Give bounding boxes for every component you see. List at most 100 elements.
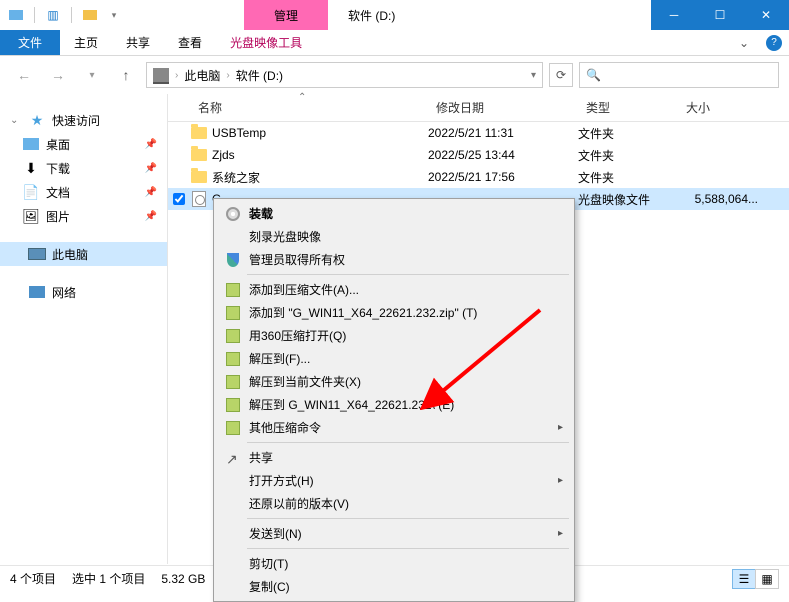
row-date: 2022/5/21 11:31 <box>428 126 578 140</box>
ribbon-tabs: 文件 主页 共享 查看 光盘映像工具 ⌄ ? <box>0 30 789 56</box>
address-dropdown-icon[interactable]: ▾ <box>531 70 536 81</box>
archive-icon <box>221 304 245 322</box>
navigation-pane[interactable]: ⌄ ★ 快速访问 桌面 📌 ⬇ 下载 📌 📄 文档 📌 🖼 图片 📌 › <box>0 94 168 564</box>
checkbox-input[interactable] <box>173 193 185 205</box>
cm-add-to-named-zip[interactable]: 添加到 "G_WIN11_X64_22621.232.zip" (T) <box>217 301 571 324</box>
nav-documents[interactable]: 📄 文档 📌 <box>0 180 167 204</box>
cm-mount[interactable]: 装载 <box>217 202 571 225</box>
address-bar[interactable]: › 此电脑 › 软件 (D:) ▾ <box>146 62 543 88</box>
tab-disc-image-tools[interactable]: 光盘映像工具 <box>216 30 316 55</box>
cm-extract-to[interactable]: 解压到(F)... <box>217 347 571 370</box>
file-row[interactable]: USBTemp2022/5/21 11:31文件夹 <box>168 122 789 144</box>
nav-up-button[interactable]: ↑ <box>112 63 140 87</box>
nav-pictures[interactable]: 🖼 图片 📌 <box>0 204 167 228</box>
pin-icon: 📌 <box>145 139 157 150</box>
nav-quick-access[interactable]: ⌄ ★ 快速访问 <box>0 108 167 132</box>
cm-send-to[interactable]: 发送到(N) <box>217 522 571 545</box>
nav-back-button[interactable]: ← <box>10 63 38 87</box>
cm-open-with-360[interactable]: 用360压缩打开(Q) <box>217 324 571 347</box>
row-size: 5,588,064... <box>678 192 768 206</box>
title-bar: ▥ ▾ 管理 软件 (D:) ─ ☐ ✕ <box>0 0 789 30</box>
tab-share[interactable]: 共享 <box>112 30 164 55</box>
quick-access-toolbar: ▥ ▾ <box>0 0 124 30</box>
sort-indicator-icon: ⌃ <box>298 92 306 103</box>
qat-dropdown-icon[interactable]: ▾ <box>104 5 124 25</box>
row-date: 2022/5/25 13:44 <box>428 148 578 162</box>
help-button[interactable]: ? <box>759 30 789 55</box>
nav-label: 此电脑 <box>52 246 88 263</box>
separator <box>71 7 72 23</box>
file-row[interactable]: Zjds2022/5/25 13:44文件夹 <box>168 144 789 166</box>
folder-icon <box>190 149 208 161</box>
pictures-icon: 🖼 <box>22 208 40 224</box>
column-size[interactable]: 大小 <box>678 94 768 121</box>
drive-icon <box>153 68 169 82</box>
view-large-icons-button[interactable]: ▦ <box>755 569 779 589</box>
blank-icon <box>221 578 245 596</box>
archive-icon <box>221 350 245 368</box>
chevron-right-icon[interactable]: › <box>175 70 178 81</box>
row-name: 系统之家 <box>208 169 428 186</box>
search-input[interactable] <box>605 68 772 82</box>
minimize-button[interactable]: ─ <box>651 0 697 30</box>
pin-icon: 📌 <box>145 187 157 198</box>
nav-history-dropdown[interactable]: ▾ <box>78 63 106 87</box>
cm-extract-here[interactable]: 解压到当前文件夹(X) <box>217 370 571 393</box>
properties-icon[interactable]: ▥ <box>43 5 63 25</box>
breadcrumb-thispc[interactable]: 此电脑 <box>184 67 220 84</box>
separator <box>247 274 569 275</box>
new-folder-icon[interactable] <box>80 5 100 25</box>
refresh-button[interactable]: ⟳ <box>549 63 573 87</box>
row-checkbox[interactable] <box>168 193 190 205</box>
computer-icon <box>28 246 46 262</box>
file-row[interactable]: 系统之家2022/5/21 17:56文件夹 <box>168 166 789 188</box>
row-name: Zjds <box>208 148 428 162</box>
cm-share[interactable]: 共享 <box>217 446 571 469</box>
chevron-right-icon[interactable]: › <box>226 70 229 81</box>
window-controls: ─ ☐ ✕ <box>651 0 789 30</box>
nav-downloads[interactable]: ⬇ 下载 📌 <box>0 156 167 180</box>
nav-network[interactable]: › 网络 <box>0 280 167 304</box>
view-details-button[interactable]: ☰ <box>732 569 756 589</box>
cm-extract-to-named[interactable]: 解压到 G_WIN11_X64_22621.232\ (E) <box>217 393 571 416</box>
star-icon: ★ <box>28 112 46 128</box>
separator <box>247 442 569 443</box>
status-item-count: 4 个项目 <box>10 570 56 587</box>
cm-burn[interactable]: 刻录光盘映像 <box>217 225 571 248</box>
tab-home[interactable]: 主页 <box>60 30 112 55</box>
cm-add-to-archive[interactable]: 添加到压缩文件(A)... <box>217 278 571 301</box>
cm-cut[interactable]: 剪切(T) <box>217 552 571 575</box>
cm-restore-versions[interactable]: 还原以前的版本(V) <box>217 492 571 515</box>
ribbon-expand-icon[interactable]: ⌄ <box>729 30 759 55</box>
nav-label: 网络 <box>52 284 76 301</box>
nav-label: 快速访问 <box>52 112 100 129</box>
contextual-tab-header: 管理 <box>244 0 328 30</box>
cm-admin-ownership[interactable]: 管理员取得所有权 <box>217 248 571 271</box>
tab-view[interactable]: 查看 <box>164 30 216 55</box>
separator <box>34 7 35 23</box>
nav-this-pc[interactable]: › 此电脑 <box>0 242 167 266</box>
expand-icon[interactable]: ⌄ <box>10 115 22 126</box>
file-list[interactable]: USBTemp2022/5/21 11:31文件夹Zjds2022/5/25 1… <box>168 122 789 210</box>
cm-copy[interactable]: 复制(C) <box>217 575 571 598</box>
column-headers: ⌃ 名称 修改日期 类型 大小 <box>168 94 789 122</box>
blank-icon <box>221 472 245 490</box>
tab-file[interactable]: 文件 <box>0 30 60 55</box>
breadcrumb-drive[interactable]: 软件 (D:) <box>236 67 283 84</box>
separator <box>247 548 569 549</box>
nav-desktop[interactable]: 桌面 📌 <box>0 132 167 156</box>
window-title: 软件 (D:) <box>328 0 415 30</box>
cm-open-with[interactable]: 打开方式(H) <box>217 469 571 492</box>
blank-icon <box>221 495 245 513</box>
column-date[interactable]: 修改日期 <box>428 94 578 121</box>
search-box[interactable]: 🔍 <box>579 62 779 88</box>
column-type[interactable]: 类型 <box>578 94 678 121</box>
close-button[interactable]: ✕ <box>743 0 789 30</box>
search-icon: 🔍 <box>586 68 601 82</box>
archive-icon <box>221 281 245 299</box>
share-icon <box>221 449 245 467</box>
folder-icon <box>190 171 208 183</box>
maximize-button[interactable]: ☐ <box>697 0 743 30</box>
cm-other-compress[interactable]: 其他压缩命令 <box>217 416 571 439</box>
blank-icon <box>221 525 245 543</box>
